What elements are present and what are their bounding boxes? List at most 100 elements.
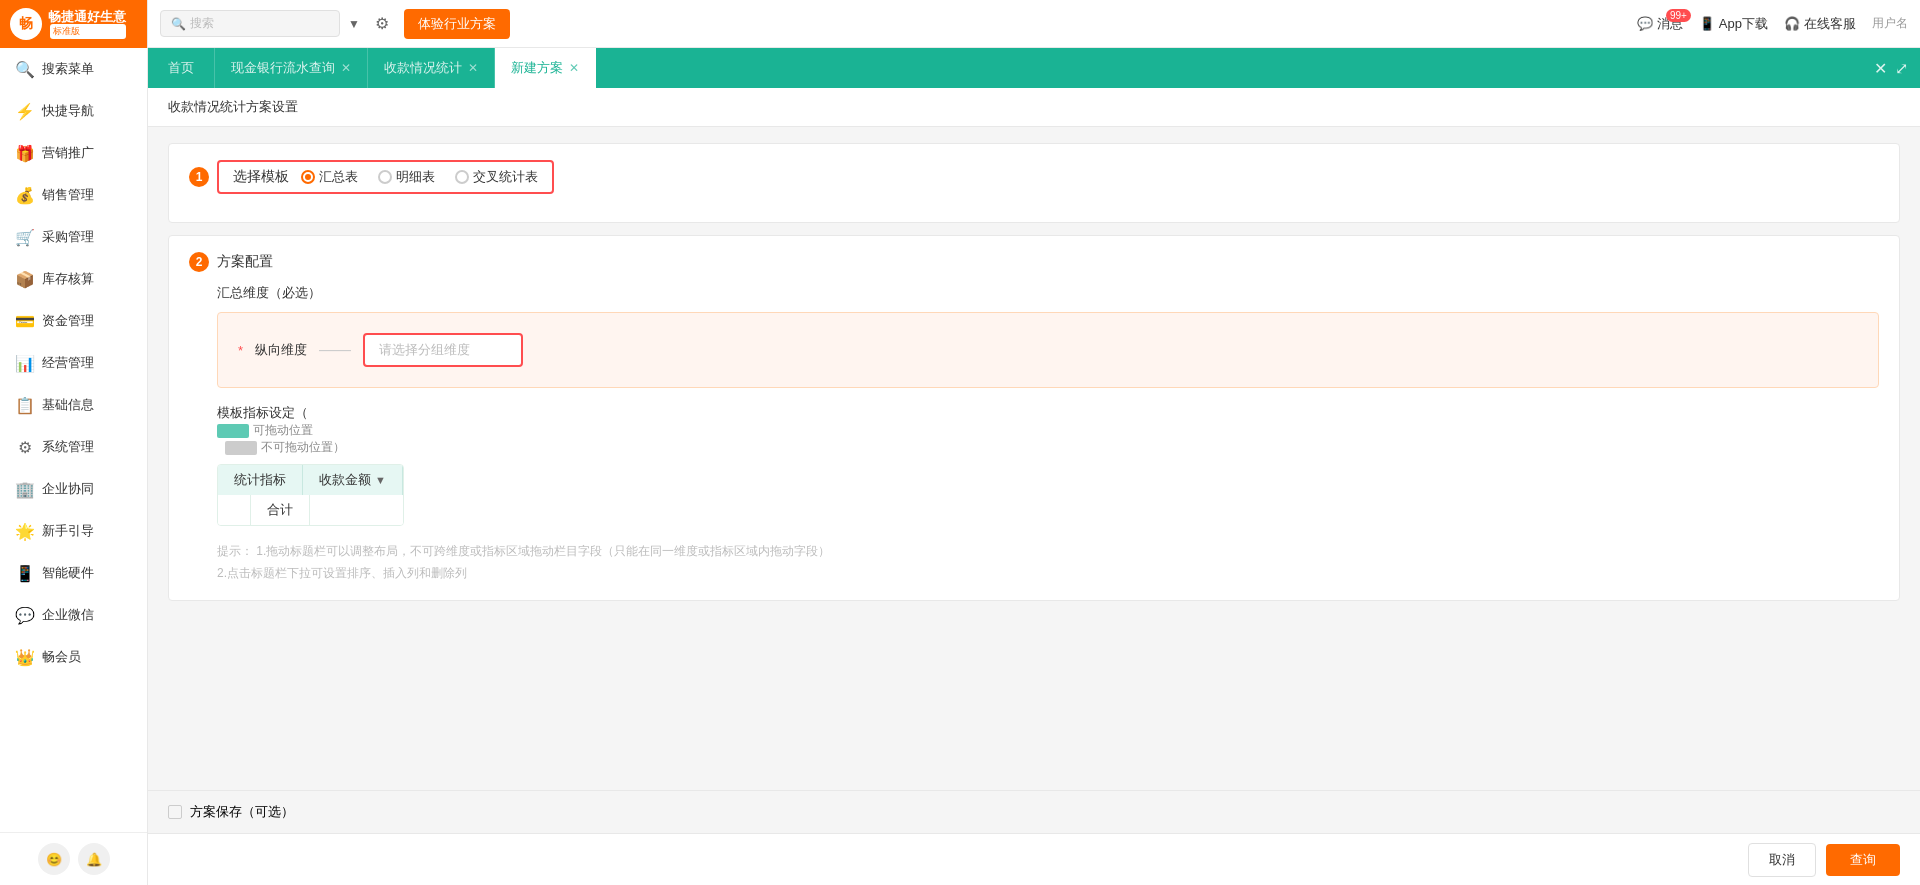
template-box: 选择模板 汇总表 明细表 <box>217 160 554 194</box>
stats-col-header-cell[interactable]: 收款金额 ▼ <box>303 465 403 495</box>
user-name: 用户名 <box>1872 16 1908 30</box>
sidebar-item-member[interactable]: 👑 畅会员 <box>0 636 147 678</box>
hint-draggable-label: 可拖动位置 <box>253 422 313 439</box>
sidebar-item-operation[interactable]: 📊 经营管理 <box>0 342 147 384</box>
step2-section: 2 方案配置 汇总维度（必选） * 纵向维度 —— 请选择分组维度 <box>168 235 1900 601</box>
enterprise-icon: 🏢 <box>16 480 34 498</box>
app-download-btn[interactable]: 📱 App下载 <box>1699 15 1768 33</box>
stats-col-header: 收款金额 <box>319 471 371 489</box>
step2-header: 2 方案配置 <box>189 252 1879 272</box>
breadcrumb: 收款情况统计方案设置 <box>168 99 298 114</box>
main: 🔍 搜索 ▼ ⚙ 体验行业方案 💬 消息 99+ 📱 App下载 🎧 在线客服 … <box>148 0 1920 885</box>
tab-collection-stats[interactable]: 收款情况统计 ✕ <box>368 48 495 88</box>
search-menu-icon: 🔍 <box>16 60 34 78</box>
tab-home[interactable]: 首页 <box>148 48 215 88</box>
tip-1: 提示： 1.拖动标题栏可以调整布局，不可跨维度或指标区域拖动栏目字段（只能在同一… <box>217 541 1879 563</box>
trial-btn[interactable]: 体验行业方案 <box>404 9 510 39</box>
sidebar-item-finance[interactable]: 💳 资金管理 <box>0 300 147 342</box>
quick-nav-icon: ⚡ <box>16 102 34 120</box>
sidebar-item-label: 资金管理 <box>42 312 94 330</box>
radio-detail-label: 明细表 <box>396 168 435 186</box>
inventory-icon: 📦 <box>16 270 34 288</box>
sidebar-item-guide[interactable]: 🌟 新手引导 <box>0 510 147 552</box>
member-icon: 👑 <box>16 648 34 666</box>
page-header: 收款情况统计方案设置 <box>148 88 1920 127</box>
sidebar-item-quick-nav[interactable]: ⚡ 快捷导航 <box>0 90 147 132</box>
sidebar-item-enterprise[interactable]: 🏢 企业协同 <box>0 468 147 510</box>
sidebar-bottom: 😊 🔔 <box>0 832 147 885</box>
service-btn[interactable]: 🎧 在线客服 <box>1784 15 1856 33</box>
step1-header: 1 选择模板 汇总表 明细表 <box>189 160 1879 194</box>
radio-cross[interactable]: 交叉统计表 <box>455 168 538 186</box>
smart-hw-icon: 📱 <box>16 564 34 582</box>
dimension-select[interactable]: 请选择分组维度 <box>363 333 523 367</box>
stats-data-empty <box>218 495 251 525</box>
radio-detail[interactable]: 明细表 <box>378 168 435 186</box>
topbar-dropdown[interactable]: ▼ <box>348 17 360 31</box>
save-option: 方案保存（可选） <box>148 790 1920 833</box>
tab-collection-stats-close[interactable]: ✕ <box>468 61 478 75</box>
sidebar-item-sales[interactable]: 💰 销售管理 <box>0 174 147 216</box>
tab-new-plan-close[interactable]: ✕ <box>569 61 579 75</box>
tab-expand-btn[interactable]: ⤢ <box>1895 59 1908 78</box>
message-icon: 💬 <box>1637 16 1653 31</box>
tab-bank-flow[interactable]: 现金银行流水查询 ✕ <box>215 48 368 88</box>
query-button[interactable]: 查询 <box>1826 844 1900 876</box>
sidebar-item-label: 基础信息 <box>42 396 94 414</box>
topbar-right: 💬 消息 99+ 📱 App下载 🎧 在线客服 用户名 <box>1637 15 1908 33</box>
save-checkbox[interactable] <box>168 805 182 819</box>
search-box[interactable]: 🔍 搜索 <box>160 10 340 37</box>
dropdown-arrow-icon: ▼ <box>348 17 360 31</box>
tab-new-plan[interactable]: 新建方案 ✕ <box>495 48 596 88</box>
user-info[interactable]: 用户名 <box>1872 15 1908 32</box>
sidebar-bottom-icon2[interactable]: 🔔 <box>78 843 110 875</box>
step2-title: 方案配置 <box>217 253 273 271</box>
save-option-label: 方案保存（可选） <box>190 803 294 821</box>
app-label: App下载 <box>1719 15 1768 33</box>
purchase-icon: 🛒 <box>16 228 34 246</box>
radio-dot-cross <box>455 170 469 184</box>
stats-header-row: 统计指标 收款金额 ▼ <box>218 465 403 495</box>
sidebar-item-wechat[interactable]: 💬 企业微信 <box>0 594 147 636</box>
stats-col-sub: 合计 <box>267 502 293 517</box>
system-icon: ⚙ <box>16 438 34 456</box>
tab-new-plan-label: 新建方案 <box>511 59 563 77</box>
dimension-row: * 纵向维度 —— 请选择分组维度 <box>238 333 1858 367</box>
step1-badge: 1 <box>189 167 209 187</box>
gear-button[interactable]: ⚙ <box>368 10 396 38</box>
sidebar-item-basic-info[interactable]: 📋 基础信息 <box>0 384 147 426</box>
tab-close-all-btn[interactable]: ✕ <box>1874 59 1887 78</box>
sidebar-item-label: 库存核算 <box>42 270 94 288</box>
logo-badge: 标准版 <box>50 24 126 39</box>
radio-summary[interactable]: 汇总表 <box>301 168 358 186</box>
section-summary-label: 汇总维度（必选） <box>217 284 1879 302</box>
radio-group: 汇总表 明细表 交叉统计表 <box>301 168 538 186</box>
bottom-bar: 取消 查询 <box>148 833 1920 885</box>
service-icon: 🎧 <box>1784 16 1800 31</box>
sidebar-item-search-menu[interactable]: 🔍 搜索菜单 <box>0 48 147 90</box>
sidebar-item-marketing[interactable]: 🎁 营销推广 <box>0 132 147 174</box>
tab-collection-stats-label: 收款情况统计 <box>384 59 462 77</box>
sidebar-item-inventory[interactable]: 📦 库存核算 <box>0 258 147 300</box>
logo-icon: 畅 <box>10 8 42 40</box>
app-icon: 📱 <box>1699 16 1715 31</box>
sidebar-item-system[interactable]: ⚙ 系统管理 <box>0 426 147 468</box>
guide-icon: 🌟 <box>16 522 34 540</box>
tab-home-label: 首页 <box>168 59 194 77</box>
message-btn[interactable]: 💬 消息 99+ <box>1637 15 1683 33</box>
sidebar-item-purchase[interactable]: 🛒 采购管理 <box>0 216 147 258</box>
content: 收款情况统计方案设置 1 选择模板 汇总表 <box>148 88 1920 885</box>
hint-fixed: 不可拖动位置） <box>225 439 1879 456</box>
sidebar-item-smart-hw[interactable]: 📱 智能硬件 <box>0 552 147 594</box>
cancel-button[interactable]: 取消 <box>1748 843 1816 877</box>
metrics-header: 模板指标设定（ 可拖动位置 不可拖动位置） <box>217 404 1879 456</box>
form-area: 1 选择模板 汇总表 明细表 <box>148 127 1920 790</box>
sales-icon: 💰 <box>16 186 34 204</box>
step1-section: 1 选择模板 汇总表 明细表 <box>168 143 1900 223</box>
dropdown-arrow-icon: ▼ <box>375 474 386 486</box>
tab-bank-flow-close[interactable]: ✕ <box>341 61 351 75</box>
hint-box-draggable <box>217 424 249 438</box>
sidebar-bottom-icon1[interactable]: 😊 <box>38 843 70 875</box>
operation-icon: 📊 <box>16 354 34 372</box>
finance-icon: 💳 <box>16 312 34 330</box>
